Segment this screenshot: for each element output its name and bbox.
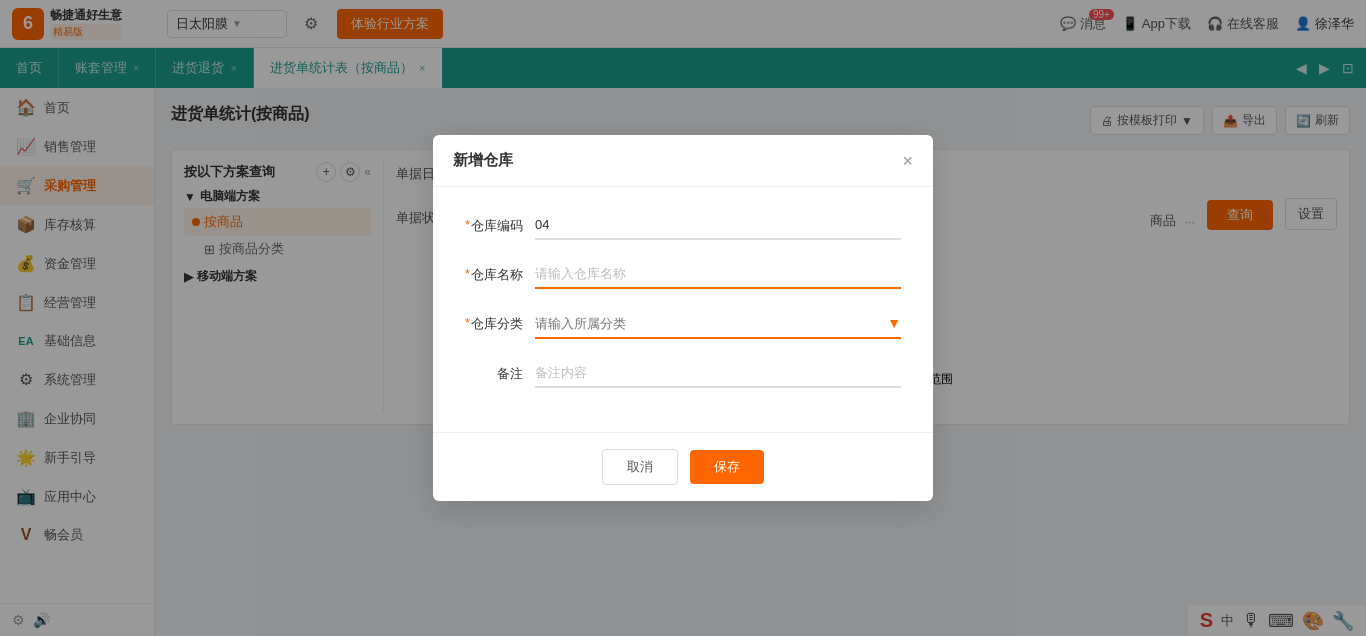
warehouse-category-input[interactable] — [535, 316, 887, 331]
cancel-button[interactable]: 取消 — [602, 449, 678, 485]
notes-label: 备注 — [465, 365, 535, 383]
warehouse-name-label: 仓库名称 — [465, 266, 535, 284]
notes-input[interactable] — [535, 359, 901, 388]
modal-overlay: 新增仓库 × 仓库编码 仓库名称 仓库分类 ▼ — [0, 0, 1366, 636]
warehouse-category-select[interactable]: ▼ — [535, 309, 901, 339]
modal-header: 新增仓库 × — [433, 135, 933, 187]
warehouse-name-row: 仓库名称 — [465, 260, 901, 289]
modal-footer: 取消 保存 — [433, 432, 933, 501]
warehouse-code-row: 仓库编码 — [465, 211, 901, 240]
warehouse-code-input[interactable] — [535, 211, 901, 240]
category-dropdown-icon: ▼ — [887, 315, 901, 331]
modal-title: 新增仓库 — [453, 151, 513, 170]
modal-body: 仓库编码 仓库名称 仓库分类 ▼ 备注 — [433, 187, 933, 432]
add-warehouse-modal: 新增仓库 × 仓库编码 仓库名称 仓库分类 ▼ — [433, 135, 933, 501]
modal-close-button[interactable]: × — [902, 152, 913, 170]
warehouse-category-label: 仓库分类 — [465, 315, 535, 333]
save-button[interactable]: 保存 — [690, 450, 764, 484]
warehouse-category-row: 仓库分类 ▼ — [465, 309, 901, 339]
notes-row: 备注 — [465, 359, 901, 388]
warehouse-code-label: 仓库编码 — [465, 217, 535, 235]
warehouse-name-input[interactable] — [535, 260, 901, 289]
